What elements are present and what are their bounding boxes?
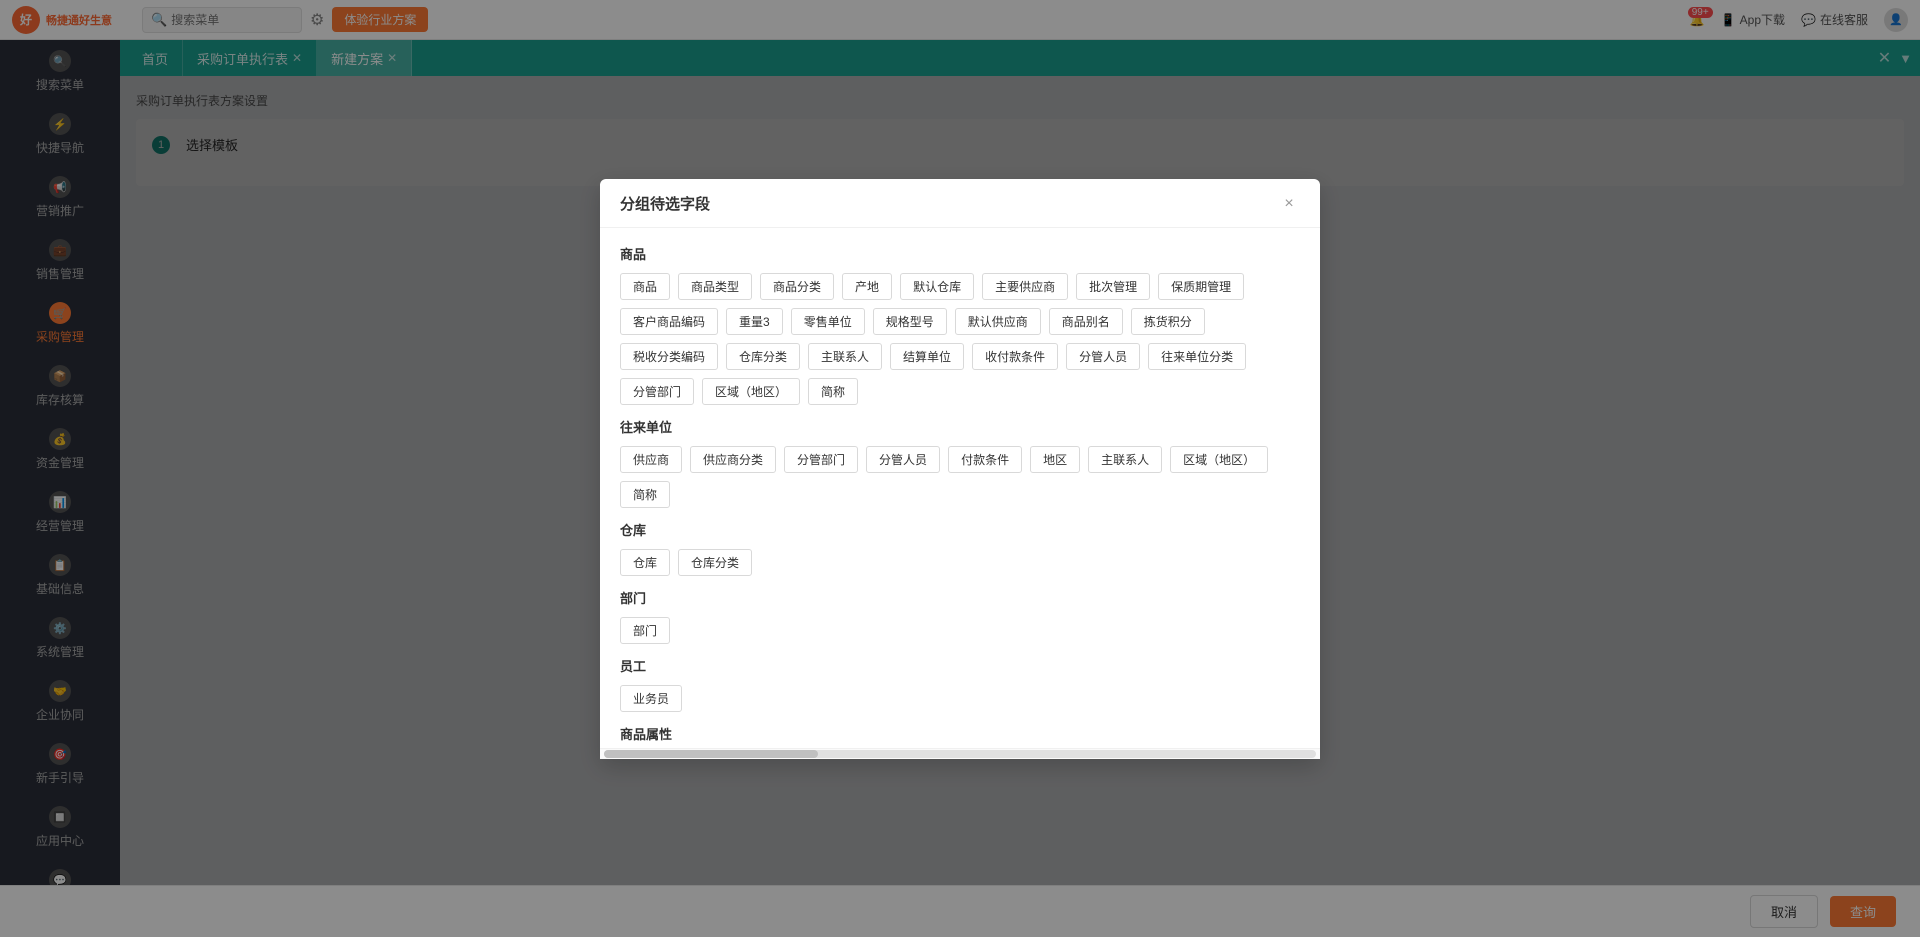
field-tag-goods-16[interactable]: 税收分类编码: [620, 343, 718, 370]
field-tag-goods-6[interactable]: 主要供应商: [982, 273, 1068, 300]
field-tag-goods-9[interactable]: 客户商品编码: [620, 308, 718, 335]
modal-dialog: 分组待选字段 × 商品 商品 商品类型 商品分类 产地 默认仓库 主要供应商 批…: [600, 179, 1320, 759]
field-tag-goods-4[interactable]: 产地: [842, 273, 892, 300]
field-tag-goods-8[interactable]: 保质期管理: [1158, 273, 1244, 300]
section-title-department: 部门: [620, 588, 1300, 607]
field-tag-goods-17[interactable]: 仓库分类: [726, 343, 800, 370]
field-tag-goods-21[interactable]: 分管人员: [1066, 343, 1140, 370]
field-tag-partner-5[interactable]: 付款条件: [948, 446, 1022, 473]
modal-header: 分组待选字段 ×: [600, 179, 1320, 228]
section-title-goods: 商品: [620, 244, 1300, 263]
field-tag-goods-20[interactable]: 收付款条件: [972, 343, 1058, 370]
field-tag-goods-23[interactable]: 分管部门: [620, 378, 694, 405]
field-tag-goods-1[interactable]: 商品: [620, 273, 670, 300]
field-tag-department-1[interactable]: 部门: [620, 617, 670, 644]
field-tag-goods-19[interactable]: 结算单位: [890, 343, 964, 370]
field-tag-goods-25[interactable]: 简称: [808, 378, 858, 405]
modal-title: 分组待选字段: [620, 193, 710, 214]
field-tag-goods-24[interactable]: 区域（地区）: [702, 378, 800, 405]
field-grid-partner: 供应商 供应商分类 分管部门 分管人员 付款条件 地区 主联系人 区域（地区） …: [620, 446, 1300, 508]
field-tag-goods-5[interactable]: 默认仓库: [900, 273, 974, 300]
modal-overlay: 分组待选字段 × 商品 商品 商品类型 商品分类 产地 默认仓库 主要供应商 批…: [0, 0, 1920, 937]
field-tag-partner-8[interactable]: 区域（地区）: [1170, 446, 1268, 473]
field-tag-goods-10[interactable]: 重量3: [726, 308, 783, 335]
field-tag-goods-7[interactable]: 批次管理: [1076, 273, 1150, 300]
field-grid-employee: 业务员: [620, 685, 1300, 712]
section-title-partner: 往来单位: [620, 417, 1300, 436]
section-title-warehouse: 仓库: [620, 520, 1300, 539]
field-tag-goods-18[interactable]: 主联系人: [808, 343, 882, 370]
field-tag-warehouse-2[interactable]: 仓库分类: [678, 549, 752, 576]
field-tag-partner-4[interactable]: 分管人员: [866, 446, 940, 473]
field-grid-department: 部门: [620, 617, 1300, 644]
field-tag-partner-9[interactable]: 简称: [620, 481, 670, 508]
hscroll-track: [604, 750, 1316, 758]
hscroll-thumb: [604, 750, 818, 758]
field-tag-goods-14[interactable]: 商品别名: [1049, 308, 1123, 335]
field-tag-goods-3[interactable]: 商品分类: [760, 273, 834, 300]
field-tag-employee-1[interactable]: 业务员: [620, 685, 682, 712]
field-tag-goods-13[interactable]: 默认供应商: [955, 308, 1041, 335]
field-tag-goods-22[interactable]: 往来单位分类: [1148, 343, 1246, 370]
field-tag-partner-2[interactable]: 供应商分类: [690, 446, 776, 473]
field-grid-warehouse: 仓库 仓库分类: [620, 549, 1300, 576]
modal-close-button[interactable]: ×: [1278, 193, 1300, 215]
field-tag-partner-1[interactable]: 供应商: [620, 446, 682, 473]
field-tag-goods-15[interactable]: 拣货积分: [1131, 308, 1205, 335]
modal-body: 商品 商品 商品类型 商品分类 产地 默认仓库 主要供应商 批次管理 保质期管理…: [600, 228, 1320, 749]
field-tag-goods-12[interactable]: 规格型号: [873, 308, 947, 335]
field-tag-goods-2[interactable]: 商品类型: [678, 273, 752, 300]
section-title-product-attr: 商品属性: [620, 724, 1300, 743]
modal-hscroll[interactable]: [600, 748, 1320, 758]
field-grid-goods: 商品 商品类型 商品分类 产地 默认仓库 主要供应商 批次管理 保质期管理 客户…: [620, 273, 1300, 405]
section-title-employee: 员工: [620, 656, 1300, 675]
field-tag-partner-3[interactable]: 分管部门: [784, 446, 858, 473]
field-tag-warehouse-1[interactable]: 仓库: [620, 549, 670, 576]
field-tag-goods-11[interactable]: 零售单位: [791, 308, 865, 335]
field-tag-partner-6[interactable]: 地区: [1030, 446, 1080, 473]
field-tag-partner-7[interactable]: 主联系人: [1088, 446, 1162, 473]
